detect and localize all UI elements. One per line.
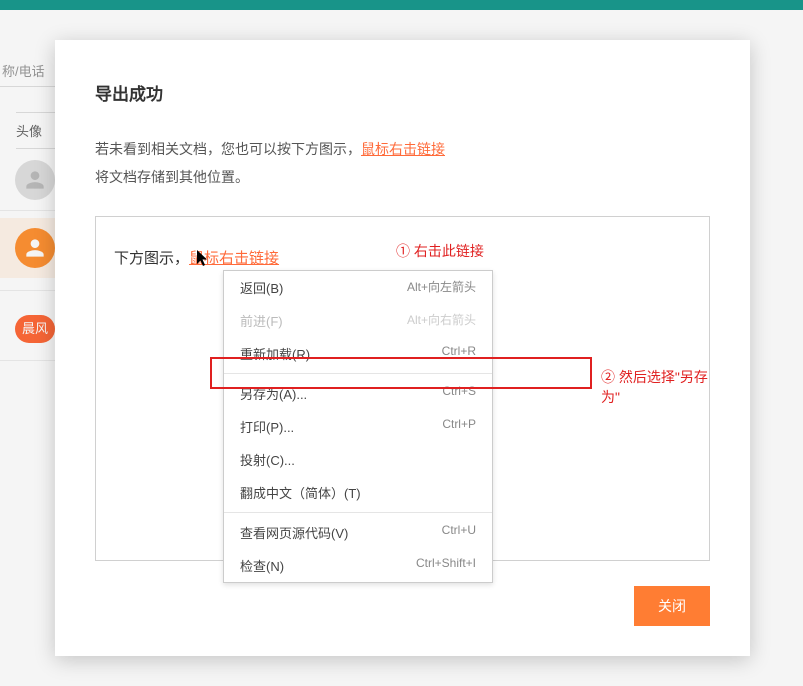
context-menu-item[interactable]: 另存为(A)... Ctrl+S — [224, 377, 492, 410]
context-menu-item-label: 查看网页源代码(V) — [240, 523, 348, 542]
context-menu-item-shortcut: Ctrl+S — [442, 384, 476, 403]
annotation-step-2: ② 然后选择"另存为" — [601, 367, 709, 407]
context-menu: 返回(B) Alt+向左箭头前进(F) Alt+向右箭头重新加载(R) Ctrl+R 另… — [223, 270, 493, 583]
context-menu-item-shortcut: Alt+向左箭头 — [407, 278, 476, 297]
context-menu-item[interactable]: 检查(N) Ctrl+Shift+I — [224, 549, 492, 582]
modal-text-line2: 将文档存储到其他位置。 — [95, 169, 249, 185]
context-menu-item-label: 重新加载(R) — [240, 344, 310, 363]
context-menu-separator — [224, 512, 492, 513]
export-success-modal: 导出成功 若未看到相关文档，您也可以按下方图示，鼠标右击链接 将文档存储到其他位… — [55, 40, 750, 656]
context-menu-item[interactable]: 翻成中文（简体）(T) — [224, 476, 492, 509]
context-menu-item-label: 前进(F) — [240, 311, 283, 330]
context-menu-item[interactable]: 打印(P)... Ctrl+P — [224, 410, 492, 443]
context-menu-item-shortcut: Ctrl+P — [442, 417, 476, 436]
modal-text-line1-prefix: 若未看到相关文档，您也可以按下方图示， — [95, 141, 361, 157]
context-menu-item-label: 投射(C)... — [240, 450, 295, 469]
context-menu-item-shortcut: Ctrl+R — [442, 344, 476, 363]
context-menu-item-label: 返回(B) — [240, 278, 283, 297]
context-menu-item[interactable]: 投射(C)... — [224, 443, 492, 476]
cursor-icon — [196, 247, 210, 267]
context-menu-item-label: 翻成中文（简体）(T) — [240, 483, 361, 502]
context-menu-item[interactable]: 重新加载(R) Ctrl+R — [224, 337, 492, 370]
context-menu-item-label: 另存为(A)... — [240, 384, 307, 403]
context-menu-separator — [224, 373, 492, 374]
context-menu-item-label: 打印(P)... — [240, 417, 294, 436]
context-menu-item-shortcut: Ctrl+U — [442, 523, 476, 542]
annotation-step-1: ① 右击此链接 — [396, 241, 484, 261]
context-menu-item: 前进(F) Alt+向右箭头 — [224, 304, 492, 337]
modal-footer: 关闭 — [95, 586, 710, 626]
modal-title: 导出成功 — [95, 80, 710, 105]
context-menu-item-shortcut: Alt+向右箭头 — [407, 311, 476, 330]
context-menu-item-shortcut: Ctrl+Shift+I — [416, 556, 476, 575]
close-button[interactable]: 关闭 — [634, 586, 710, 626]
context-menu-item[interactable]: 返回(B) Alt+向左箭头 — [224, 271, 492, 304]
context-menu-item[interactable]: 查看网页源代码(V) Ctrl+U — [224, 516, 492, 549]
modal-description: 若未看到相关文档，您也可以按下方图示，鼠标右击链接 将文档存储到其他位置。 — [95, 135, 710, 191]
diagram-prefix-text: 下方图示， — [114, 250, 189, 267]
right-click-link[interactable]: 鼠标右击链接 — [361, 141, 445, 157]
context-menu-item-label: 检查(N) — [240, 556, 284, 575]
instruction-diagram: 下方图示，鼠标右击链接 ① 右击此链接 返回(B)Alt+向左箭头前进(F)Al… — [95, 216, 710, 561]
